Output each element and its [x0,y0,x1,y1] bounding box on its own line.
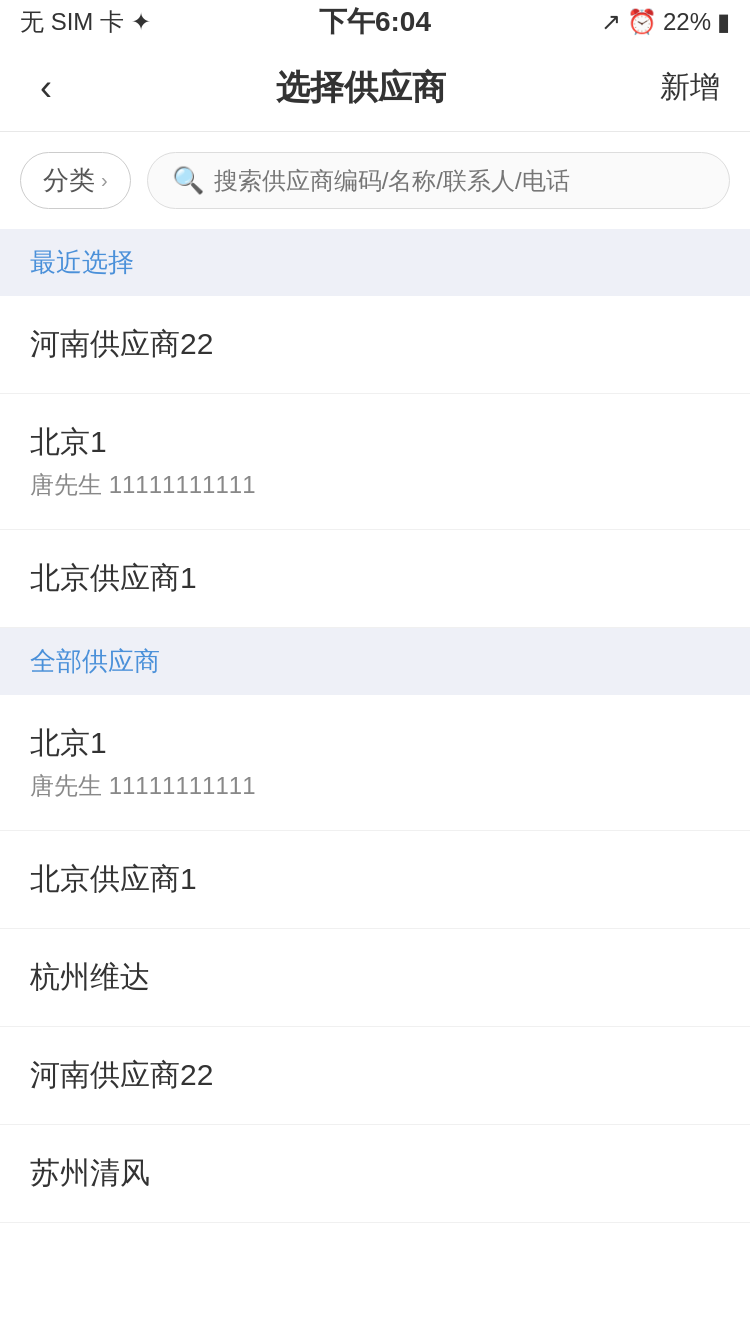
all-list: 北京1 唐先生 11111111111 北京供应商1 杭州维达河南供应商22 苏州清风 [0,695,750,1223]
filter-bar: 分类 › 🔍 [0,132,750,229]
back-button[interactable]: ‹ [30,57,62,119]
item-name: 河南供应商22 [30,324,720,365]
status-bar: 无 SIM 卡 ✦ 下午6:04 ↗ ⏰ 22% ▮ [0,0,750,44]
sim-status: 无 SIM 卡 ✦ [20,6,151,38]
item-sub: 唐先生 11111111111 [30,469,720,501]
item-name: 北京1 [30,422,720,463]
item-name: 北京供应商1 [30,558,720,599]
list-item[interactable]: 北京供应商1 [0,530,750,628]
location-icon: ↗ [601,8,621,36]
add-button[interactable]: 新增 [660,67,720,108]
item-name: 北京供应商1 [30,859,720,900]
list-item[interactable]: 河南供应商22 [0,296,750,394]
chevron-right-icon: › [101,169,108,192]
search-icon: 🔍 [172,165,204,196]
battery-icon: ▮ [717,8,730,36]
list-item[interactable]: 苏州清风 [0,1125,750,1223]
list-item[interactable]: 北京供应商1 [0,831,750,929]
recent-section-label: 最近选择 [30,247,134,277]
category-filter-button[interactable]: 分类 › [20,152,131,209]
status-time: 下午6:04 [319,3,431,41]
item-name: 苏州清风 [30,1153,720,1194]
item-name: 杭州维达 [30,957,720,998]
nav-bar: ‹ 选择供应商 新增 [0,44,750,132]
list-item[interactable]: 北京1 唐先生 11111111111 [0,695,750,831]
item-name: 北京1 [30,723,720,764]
item-name: 河南供应商22 [30,1055,720,1096]
all-section-label: 全部供应商 [30,646,160,676]
recent-list: 河南供应商22 北京1 唐先生 11111111111 北京供应商1 [0,296,750,628]
alarm-icon: ⏰ [627,8,657,36]
search-input[interactable] [214,167,705,195]
list-item[interactable]: 北京1 唐先生 11111111111 [0,394,750,530]
page-title: 选择供应商 [276,65,446,111]
item-sub: 唐先生 11111111111 [30,770,720,802]
category-label: 分类 [43,163,95,198]
status-left: 无 SIM 卡 ✦ [20,6,151,38]
all-section-header: 全部供应商 [0,628,750,695]
list-item[interactable]: 河南供应商22 [0,1027,750,1125]
search-box[interactable]: 🔍 [147,152,730,209]
recent-section-header: 最近选择 [0,229,750,296]
status-right: ↗ ⏰ 22% ▮ [601,8,730,36]
list-item[interactable]: 杭州维达 [0,929,750,1027]
battery-level: 22% [663,8,711,36]
